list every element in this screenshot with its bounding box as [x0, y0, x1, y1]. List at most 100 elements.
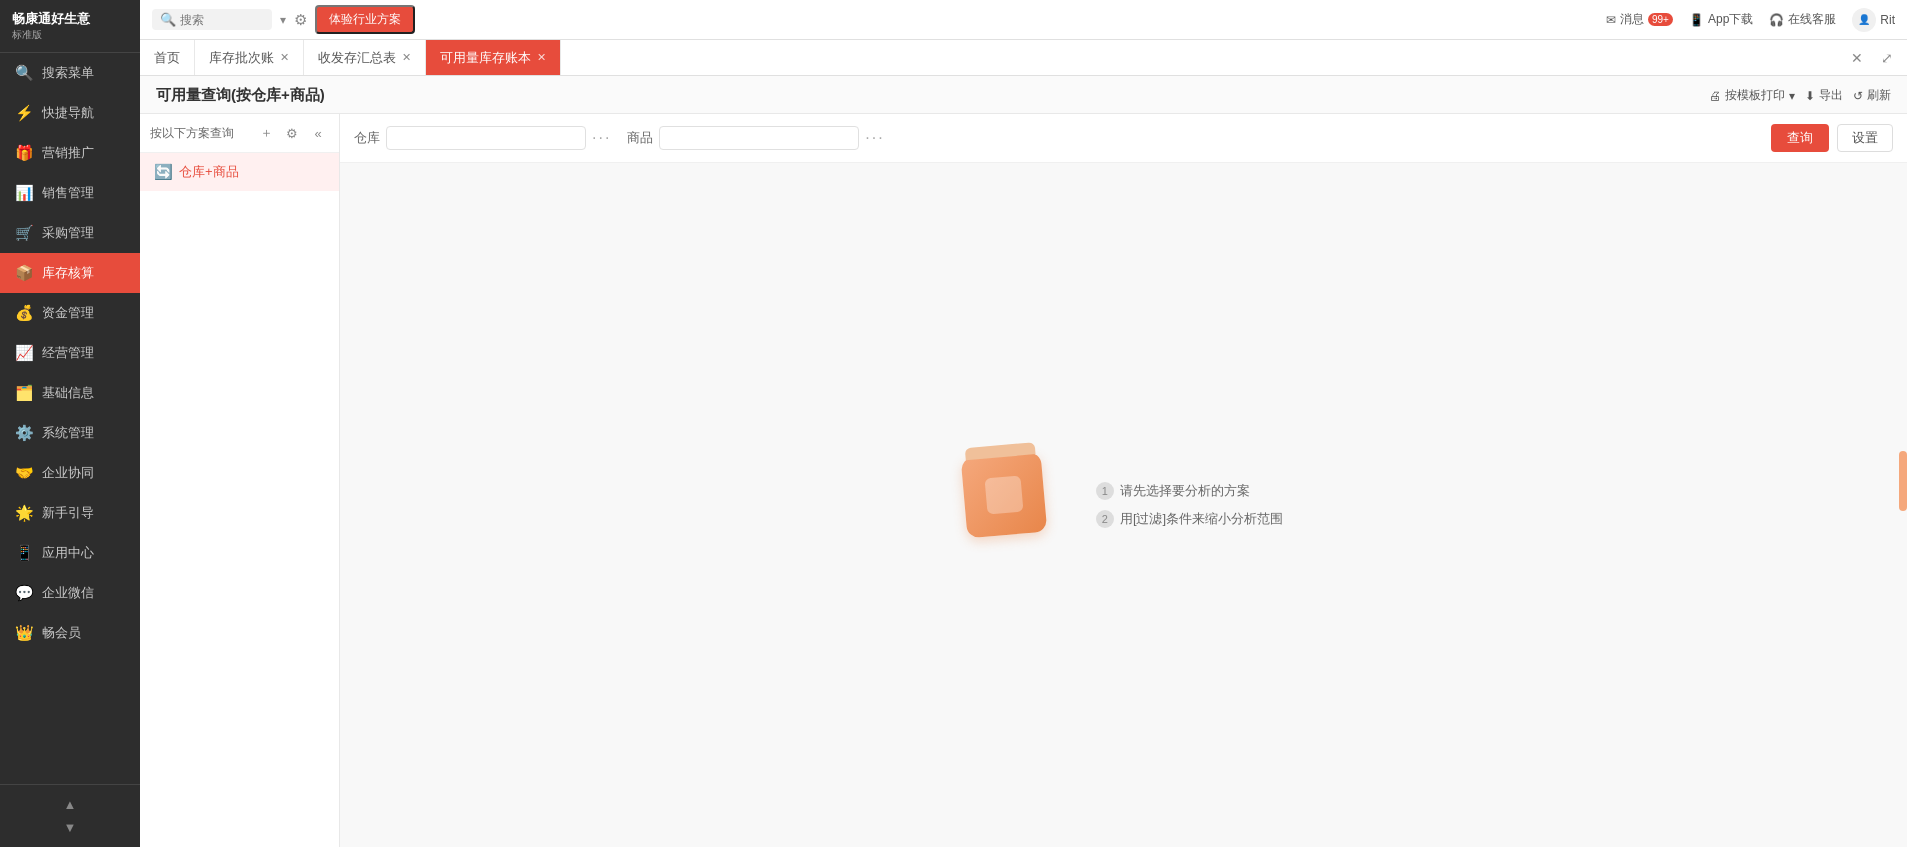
sidebar-item-label: 采购管理 — [42, 224, 94, 242]
print-label: 按模板打印 — [1725, 87, 1785, 104]
online-service-label: 在线客服 — [1788, 11, 1836, 28]
hint-text-2: 用[过滤]条件来缩小分析范围 — [1120, 510, 1283, 528]
export-icon: ⬇ — [1805, 89, 1815, 103]
sidebar-item-label: 应用中心 — [42, 544, 94, 562]
sidebar-item-label: 资金管理 — [42, 304, 94, 322]
settings-scheme-button[interactable]: ⚙ — [281, 122, 303, 144]
empty-hint-1: 1 请先选择要分析的方案 — [1096, 482, 1283, 500]
filter-bar-right: 查询 设置 — [1771, 124, 1893, 152]
brand-sub: 标准版 — [12, 28, 128, 42]
sidebar-scroll: 🔍 搜索菜单 ⚡ 快捷导航 🎁 营销推广 📊 销售管理 🛒 采购管理 📦 库存核… — [0, 53, 140, 784]
tab-receipt-summary[interactable]: 收发存汇总表 ✕ — [304, 40, 426, 75]
query-button[interactable]: 查询 — [1771, 124, 1829, 152]
sidebar-item-newuser[interactable]: 🌟 新手引导 — [0, 493, 140, 533]
print-button[interactable]: 🖨 按模板打印 ▾ — [1709, 87, 1795, 104]
sidebar-item-operations[interactable]: 📈 经营管理 — [0, 333, 140, 373]
tab-available-ledger-label: 可用量库存账本 — [440, 49, 531, 67]
sidebar-item-member[interactable]: 👑 畅会员 — [0, 613, 140, 653]
right-panel: 仓库 ··· 商品 ··· 查询 设置 — [340, 114, 1907, 847]
sidebar-item-marketing[interactable]: 🎁 营销推广 — [0, 133, 140, 173]
sidebar-item-label: 系统管理 — [42, 424, 94, 442]
left-panel-header-label: 按以下方案查询 — [150, 125, 234, 142]
tab-receipt-summary-label: 收发存汇总表 — [318, 49, 396, 67]
sidebar-item-purchase[interactable]: 🛒 采购管理 — [0, 213, 140, 253]
collapse-panel-button[interactable]: « — [307, 122, 329, 144]
tab-batch-account[interactable]: 库存批次账 ✕ — [195, 40, 304, 75]
right-scrollbar[interactable] — [1899, 451, 1907, 511]
tab-receipt-summary-close[interactable]: ✕ — [402, 51, 411, 64]
weixin-icon: 💬 — [14, 584, 34, 602]
hint-number-2: 2 — [1096, 510, 1114, 528]
appcenter-icon: 📱 — [14, 544, 34, 562]
online-service-button[interactable]: 🎧 在线客服 — [1769, 11, 1836, 28]
refresh-button[interactable]: ↺ 刷新 — [1853, 87, 1891, 104]
export-label: 导出 — [1819, 87, 1843, 104]
topbar-search-box[interactable]: 🔍 — [152, 9, 272, 30]
sidebar-item-label: 企业微信 — [42, 584, 94, 602]
tab-available-ledger[interactable]: 可用量库存账本 ✕ — [426, 40, 561, 75]
sidebar-item-system[interactable]: ⚙️ 系统管理 — [0, 413, 140, 453]
message-button[interactable]: ✉ 消息 99+ — [1606, 11, 1673, 28]
search-icon: 🔍 — [14, 64, 34, 82]
tab-maximize-button[interactable]: ⤢ — [1875, 46, 1899, 70]
service-icon: 🎧 — [1769, 13, 1784, 27]
settings-button[interactable]: 设置 — [1837, 124, 1893, 152]
sidebar-scroll-up-button[interactable]: ▲ — [0, 793, 140, 816]
marketing-icon: 🎁 — [14, 144, 34, 162]
sidebar-item-appcenter[interactable]: 📱 应用中心 — [0, 533, 140, 573]
warehouse-more-button[interactable]: ··· — [592, 129, 611, 147]
main-area: 🔍 ▾ ⚙ 体验行业方案 ✉ 消息 99+ 📱 App下载 🎧 在线客服 👤 R… — [140, 0, 1907, 847]
sidebar-item-finance[interactable]: 💰 资金管理 — [0, 293, 140, 333]
tab-batch-account-close[interactable]: ✕ — [280, 51, 289, 64]
warehouse-label: 仓库 — [354, 129, 380, 147]
topbar-right: ✉ 消息 99+ 📱 App下载 🎧 在线客服 👤 Rit — [1606, 8, 1895, 32]
sidebar-item-inventory[interactable]: 📦 库存核算 — [0, 253, 140, 293]
sidebar-item-label: 搜索菜单 — [42, 64, 94, 82]
user-profile[interactable]: 👤 Rit — [1852, 8, 1895, 32]
refresh-icon: ↺ — [1853, 89, 1863, 103]
username: Rit — [1880, 13, 1895, 27]
purchase-icon: 🛒 — [14, 224, 34, 242]
sidebar-bottom: ▲ ▼ — [0, 784, 140, 847]
sidebar-item-weixin[interactable]: 💬 企业微信 — [0, 573, 140, 613]
quicknav-icon: ⚡ — [14, 104, 34, 122]
sidebar-item-label: 经营管理 — [42, 344, 94, 362]
sidebar-scroll-down-button[interactable]: ▼ — [0, 816, 140, 839]
app-download-button[interactable]: 📱 App下载 — [1689, 11, 1753, 28]
sidebar-item-label: 企业协同 — [42, 464, 94, 482]
goods-label: 商品 — [627, 129, 653, 147]
goods-more-button[interactable]: ··· — [865, 129, 884, 147]
sidebar-item-basic[interactable]: 🗂️ 基础信息 — [0, 373, 140, 413]
sidebar-item-quicknav[interactable]: ⚡ 快捷导航 — [0, 93, 140, 133]
page-header: 可用量查询(按仓库+商品) 🖨 按模板打印 ▾ ⬇ 导出 ↺ 刷新 — [140, 76, 1907, 114]
left-panel-item-warehouse-goods[interactable]: 🔄 仓库+商品 — [140, 153, 339, 191]
search-input[interactable] — [180, 13, 260, 27]
gear-icon[interactable]: ⚙ — [294, 11, 307, 29]
tab-close-button[interactable]: ✕ — [1845, 46, 1869, 70]
add-scheme-button[interactable]: ＋ — [255, 122, 277, 144]
sidebar-item-label: 新手引导 — [42, 504, 94, 522]
empty-hint-2: 2 用[过滤]条件来缩小分析范围 — [1096, 510, 1283, 528]
empty-box — [961, 452, 1048, 539]
enterprise-icon: 🤝 — [14, 464, 34, 482]
operations-icon: 📈 — [14, 344, 34, 362]
trial-button[interactable]: 体验行业方案 — [315, 5, 415, 34]
tab-home[interactable]: 首页 — [140, 40, 195, 75]
hint-text-1: 请先选择要分析的方案 — [1120, 482, 1250, 500]
topbar: 🔍 ▾ ⚙ 体验行业方案 ✉ 消息 99+ 📱 App下载 🎧 在线客服 👤 R… — [140, 0, 1907, 40]
tab-available-ledger-close[interactable]: ✕ — [537, 51, 546, 64]
goods-input[interactable] — [659, 126, 859, 150]
sidebar-item-label: 库存核算 — [42, 264, 94, 282]
left-panel-header-actions: ＋ ⚙ « — [255, 122, 329, 144]
sidebar-item-search[interactable]: 🔍 搜索菜单 — [0, 53, 140, 93]
sales-icon: 📊 — [14, 184, 34, 202]
sidebar-item-enterprise[interactable]: 🤝 企业协同 — [0, 453, 140, 493]
inventory-icon: 📦 — [14, 264, 34, 282]
sidebar-item-sales[interactable]: 📊 销售管理 — [0, 173, 140, 213]
export-button[interactable]: ⬇ 导出 — [1805, 87, 1843, 104]
tabbar-actions: ✕ ⤢ — [1837, 46, 1907, 70]
dropdown-chevron-icon[interactable]: ▾ — [280, 13, 286, 27]
left-panel-item-label: 仓库+商品 — [179, 163, 239, 181]
warehouse-input[interactable] — [386, 126, 586, 150]
sidebar-logo: 畅康通好生意 标准版 — [0, 0, 140, 53]
